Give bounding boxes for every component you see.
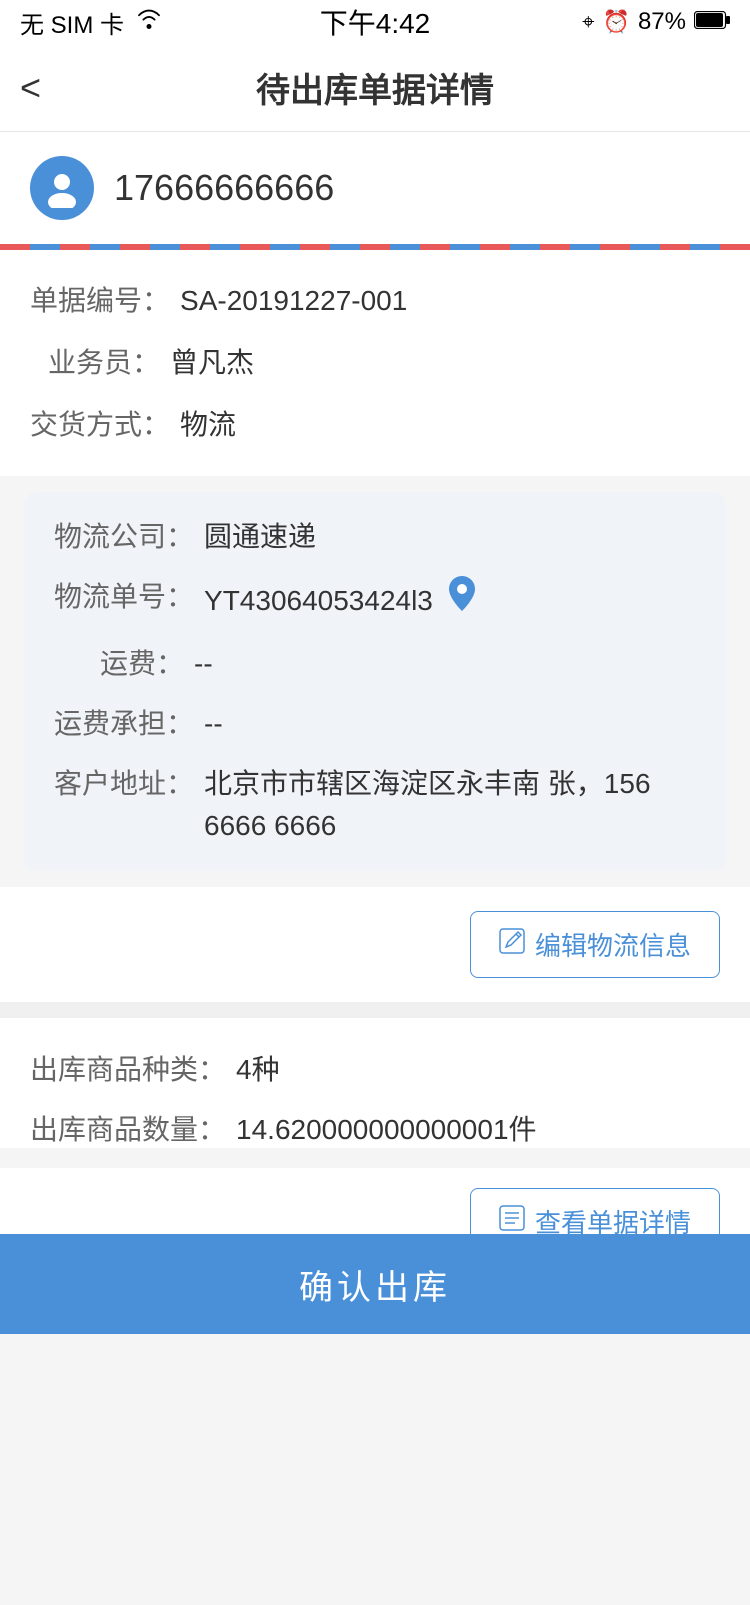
delivery-method-row: 交货方式： 物流 [30, 404, 720, 446]
logistics-company-row: 物流公司： 圆通速递 [54, 516, 696, 558]
logistics-card: 物流公司： 圆通速递 物流单号： YT43064053424l3 运费： -- … [24, 492, 726, 871]
wifi-icon [134, 8, 164, 36]
address-label: 客户地址： [54, 763, 204, 805]
goods-quantity-label: 出库商品数量： [30, 1108, 236, 1148]
salesman-row: 业务员： 曾凡杰 [30, 342, 720, 384]
goods-types-value: 4种 [236, 1048, 280, 1088]
nav-title: 待出库单据详情 [256, 63, 494, 112]
logistics-company-value: 圆通速递 [204, 516, 696, 558]
back-button[interactable]: < [20, 67, 41, 109]
edit-logistics-button[interactable]: 编辑物流信息 [470, 911, 720, 978]
goods-types-label: 出库商品种类： [30, 1048, 236, 1088]
freight-bearer-label: 运费承担： [54, 703, 204, 745]
freight-value: -- [194, 643, 696, 685]
freight-bearer-value: -- [204, 703, 696, 745]
goods-quantity-row: 出库商品数量： 14.620000000000001件 [30, 1108, 720, 1148]
edit-logistics-area: 编辑物流信息 [0, 887, 750, 1002]
avatar [30, 156, 94, 220]
customer-phone: 17666666666 [114, 167, 334, 209]
tracking-no-row: 物流单号： YT43064053424l3 [54, 576, 696, 625]
battery-icon [694, 8, 730, 36]
carrier-text: 无 SIM 卡 [20, 5, 124, 40]
confirm-btn-wrap: 确认出库 [0, 1234, 750, 1334]
battery-text: 87% [638, 8, 686, 36]
freight-label: 运费： [54, 643, 194, 685]
edit-icon [499, 928, 525, 961]
status-bar: 无 SIM 卡 下午4:42 ⌖ ⏰ 87% [0, 0, 750, 44]
tracking-no-label: 物流单号： [54, 576, 204, 618]
content: 17666666666 单据编号： SA-20191227-001 业务员： 曾… [0, 132, 750, 1605]
document-no-value: SA-20191227-001 [180, 280, 720, 322]
salesman-value: 曾凡杰 [170, 342, 720, 384]
address-value: 北京市市辖区海淀区永丰南 张，156 6666 6666 [204, 763, 696, 847]
basic-info-section: 单据编号： SA-20191227-001 业务员： 曾凡杰 交货方式： 物流 [0, 250, 750, 476]
nav-bar: < 待出库单据详情 [0, 44, 750, 132]
goods-section: 出库商品种类： 4种 出库商品数量： 14.620000000000001件 [0, 1018, 750, 1148]
delivery-method-label: 交货方式： [30, 404, 180, 446]
address-row: 客户地址： 北京市市辖区海淀区永丰南 张，156 6666 6666 [54, 763, 696, 847]
goods-quantity-value: 14.620000000000001件 [236, 1108, 537, 1148]
separator [0, 1002, 750, 1018]
document-no-row: 单据编号： SA-20191227-001 [30, 280, 720, 322]
status-left: 无 SIM 卡 [20, 5, 164, 40]
edit-logistics-label: 编辑物流信息 [535, 926, 691, 963]
goods-types-row: 出库商品种类： 4种 [30, 1048, 720, 1088]
tracking-location-icon[interactable] [447, 576, 477, 625]
alarm-icon: ⏰ [603, 9, 630, 35]
document-no-label: 单据编号： [30, 280, 180, 322]
logistics-company-label: 物流公司： [54, 516, 204, 558]
salesman-label: 业务员： [30, 342, 170, 384]
delivery-method-value: 物流 [180, 404, 720, 446]
freight-bearer-row: 运费承担： -- [54, 703, 696, 745]
location-status-icon: ⌖ [582, 9, 594, 35]
freight-row: 运费： -- [54, 643, 696, 685]
status-time: 下午4:42 [320, 2, 431, 42]
status-right: ⌖ ⏰ 87% [582, 8, 730, 36]
customer-card: 17666666666 [0, 132, 750, 244]
confirm-outbound-button[interactable]: 确认出库 [299, 1260, 451, 1309]
tracking-no-value: YT43064053424l3 [204, 576, 696, 625]
